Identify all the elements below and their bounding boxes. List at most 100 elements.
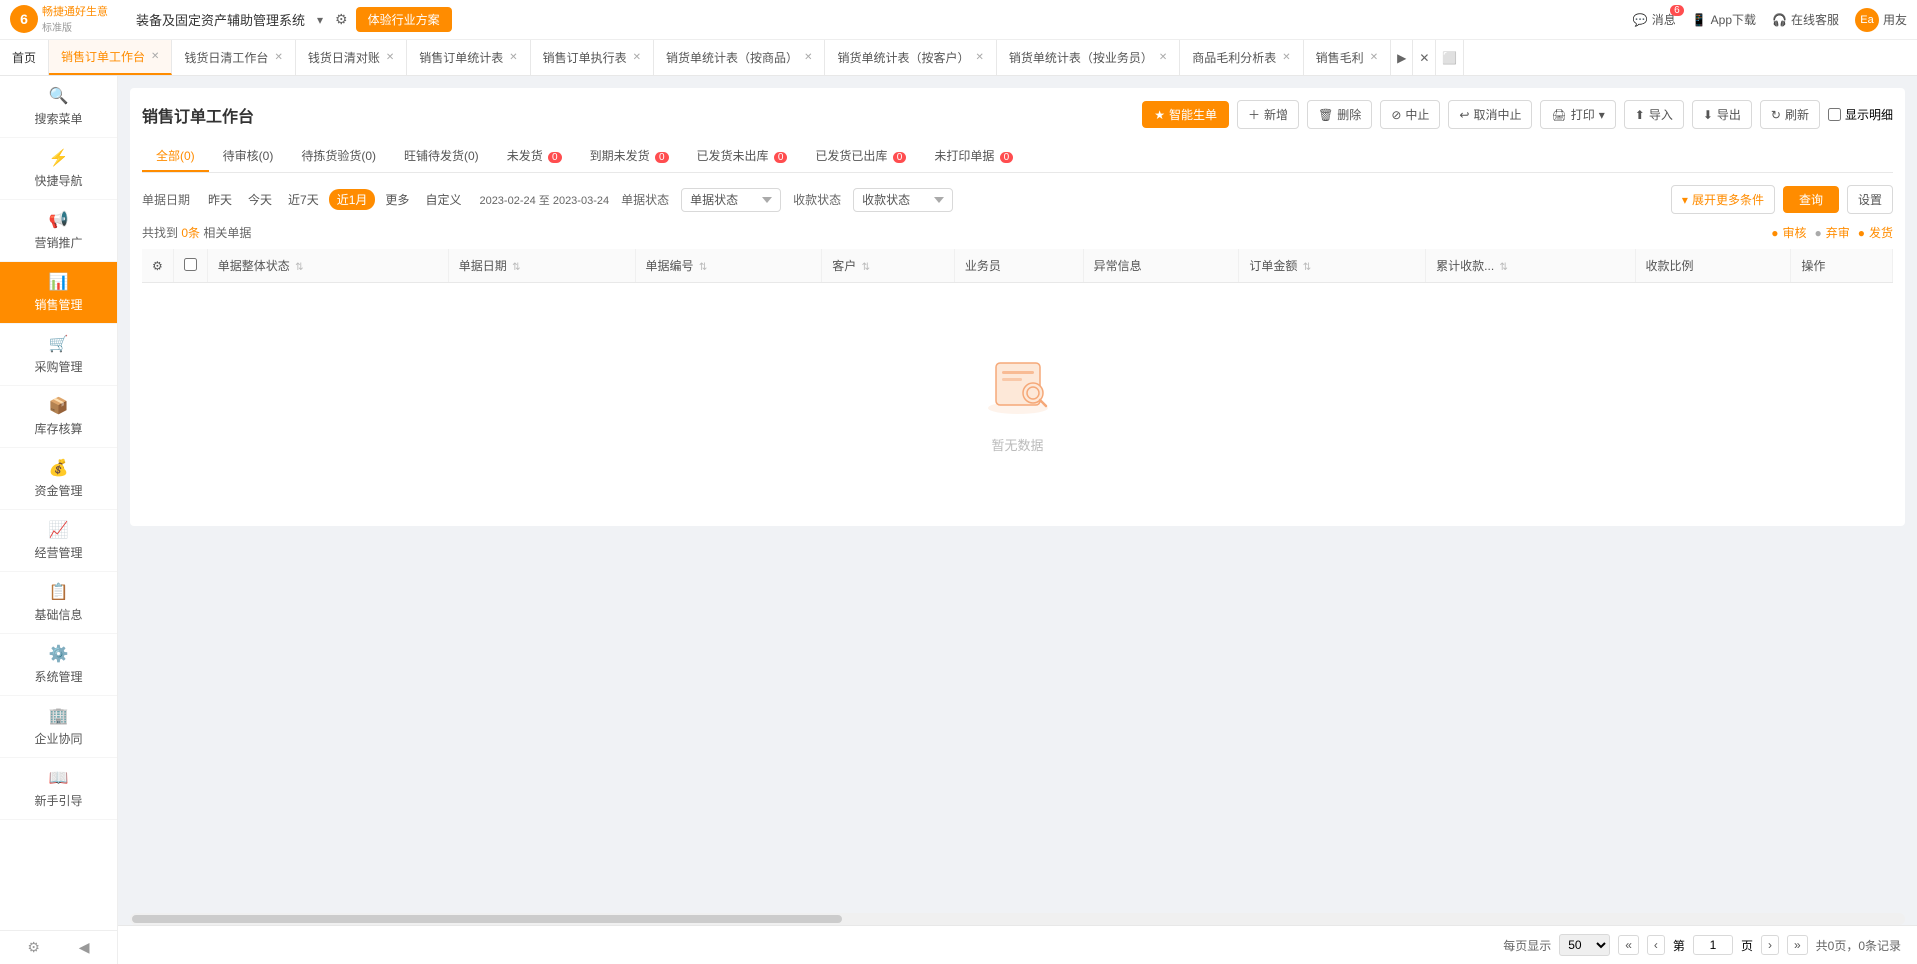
tab-cash-reconcile[interactable]: 钱货日清对账 ✕ [296,40,407,75]
sub-tab-shipped-not-out[interactable]: 已发货未出库 0 [683,141,802,172]
sidebar-item-sales[interactable]: 📊 销售管理 [0,262,117,324]
tab-close-all[interactable]: ✕ [1413,40,1436,75]
date-yesterday[interactable]: 昨天 [202,189,238,210]
tab-maximize[interactable]: ⬜ [1436,40,1464,75]
tab-close-icon[interactable]: ✕ [386,52,394,63]
sidebar-item-enterprise[interactable]: 🏢 企业协同 [0,696,117,758]
status-select[interactable]: 单据状态 [681,188,781,212]
show-detail-label[interactable]: 显示明细 [1828,106,1893,123]
sort-status-icon[interactable]: ⇅ [295,262,303,273]
gear-icon[interactable]: ⚙ [335,11,348,28]
refresh-button[interactable]: ↻ 刷新 [1760,100,1820,129]
tab-sales-stats[interactable]: 销售订单统计表 ✕ [407,40,530,75]
prev-page-button[interactable]: ‹ [1647,935,1665,955]
delete-button[interactable]: 🗑 删除 [1307,100,1372,129]
sort-received-icon[interactable]: ⇅ [1500,262,1508,273]
sub-tab-wangpu[interactable]: 旺铺待发货(0) [390,141,493,172]
app-download-button[interactable]: 📱 App下载 [1692,11,1756,28]
sidebar-item-quick-nav[interactable]: ⚡ 快捷导航 [0,138,117,200]
abandon-review-action[interactable]: ●弃审 [1814,224,1849,241]
tab-close-icon[interactable]: ✕ [1159,52,1167,63]
sidebar-item-marketing[interactable]: 📢 营销推广 [0,200,117,262]
ship-action[interactable]: ●发货 [1858,224,1893,241]
stop-button[interactable]: ⊘ 中止 [1380,100,1440,129]
sidebar-settings-icon[interactable]: ⚙ [27,939,40,956]
sidebar-label-quick-nav: 快捷导航 [34,172,82,189]
sidebar-item-inventory[interactable]: 📦 库存核算 [0,386,117,448]
workbench-card: 销售订单工作台 ★ 智能生单 ＋ 新增 🗑 删除 [130,88,1905,526]
scroll-thumb[interactable] [132,915,842,923]
sidebar-item-guide[interactable]: 📖 新手引导 [0,758,117,820]
horizontal-scrollbar[interactable] [130,913,1905,925]
last-page-button[interactable]: » [1787,935,1808,955]
expand-conditions-button[interactable]: ▾ 展开更多条件 [1671,185,1775,214]
tab-cash-daily[interactable]: 钱货日清工作台 ✕ [172,40,295,75]
tab-close-icon[interactable]: ✕ [151,51,159,62]
print-button[interactable]: 🖨 打印 ▾ [1540,100,1615,129]
sidebar-item-basic[interactable]: 📋 基础信息 [0,572,117,634]
tab-sales-stats-staff[interactable]: 销货单统计表（按业务员） ✕ [997,40,1180,75]
query-button[interactable]: 查询 [1783,186,1839,213]
sidebar-collapse-icon[interactable]: ◀ [79,939,90,956]
sidebar-item-finance[interactable]: 💰 资金管理 [0,448,117,510]
shipped-not-out-badge: 0 [774,152,788,163]
sidebar-item-purchase[interactable]: 🛒 采购管理 [0,324,117,386]
user-menu[interactable]: Ea 用友 [1855,8,1907,32]
show-detail-checkbox[interactable] [1828,108,1841,121]
tab-sales-execute[interactable]: 销售订单执行表 ✕ [531,40,654,75]
sub-tab-expired[interactable]: 到期未发货 0 [576,141,683,172]
tab-close-icon[interactable]: ✕ [1370,52,1378,63]
tab-product-margin[interactable]: 商品毛利分析表 ✕ [1180,40,1303,75]
tab-nav-more[interactable]: ▶ [1391,40,1413,75]
tab-sales-profit[interactable]: 销售毛利 ✕ [1304,40,1391,75]
page-number-input[interactable] [1693,935,1733,955]
settings-filter-button[interactable]: 设置 [1847,185,1893,214]
date-more[interactable]: 更多 [379,189,415,210]
message-button[interactable]: 💬 消息 6 [1633,11,1676,28]
add-button[interactable]: ＋ 新增 [1237,100,1299,129]
tab-close-icon[interactable]: ✕ [633,52,641,63]
smart-generate-button[interactable]: ★ 智能生单 [1142,101,1229,128]
tab-home[interactable]: 首页 [0,40,49,75]
th-checkbox[interactable] [173,249,207,283]
sidebar-item-operation[interactable]: 📈 经营管理 [0,510,117,572]
sub-tabs: 全部(0) 待审核(0) 待拣货验货(0) 旺铺待发货(0) 未发货 0 到期未… [142,141,1893,173]
date-1month[interactable]: 近1月 [329,189,376,210]
dropdown-icon[interactable]: ▾ [317,13,323,27]
th-settings[interactable]: ⚙ [142,249,173,283]
review-action[interactable]: ●审核 [1771,224,1806,241]
import-button[interactable]: ⬆ 导入 [1624,100,1684,129]
tab-close-icon[interactable]: ✕ [509,52,517,63]
sort-number-icon[interactable]: ⇅ [699,262,707,273]
date-custom[interactable]: 自定义 [419,189,467,210]
payment-select[interactable]: 收款状态 [853,188,953,212]
sub-tab-not-shipped[interactable]: 未发货 0 [493,141,576,172]
next-page-button[interactable]: › [1761,935,1779,955]
tab-sales-stats-customer[interactable]: 销货单统计表（按客户） ✕ [825,40,996,75]
tab-close-icon[interactable]: ✕ [975,52,983,63]
cancel-stop-button[interactable]: ↩ 取消中止 [1448,100,1532,129]
online-service-button[interactable]: 🎧 在线客服 [1772,11,1839,28]
tab-close-icon[interactable]: ✕ [1282,52,1290,63]
sidebar-item-system[interactable]: ⚙️ 系统管理 [0,634,117,696]
sort-customer-icon[interactable]: ⇅ [862,262,870,273]
sub-tab-not-printed[interactable]: 未打印单据 0 [920,141,1027,172]
tab-close-icon[interactable]: ✕ [804,52,812,63]
first-page-button[interactable]: « [1618,935,1639,955]
tab-close-icon[interactable]: ✕ [274,52,282,63]
sort-amount-icon[interactable]: ⇅ [1303,262,1311,273]
select-all-checkbox[interactable] [184,258,197,271]
sidebar-item-search[interactable]: 🔍 搜索菜单 [0,76,117,138]
tab-sales-stats-product[interactable]: 销货单统计表（按商品） ✕ [654,40,825,75]
date-today[interactable]: 今天 [242,189,278,210]
sub-tab-all[interactable]: 全部(0) [142,141,209,172]
date-7days[interactable]: 近7天 [282,189,325,210]
sort-date-icon[interactable]: ⇅ [512,262,520,273]
sub-tab-pending-check[interactable]: 待拣货验货(0) [287,141,390,172]
sub-tab-pending-review[interactable]: 待审核(0) [209,141,288,172]
export-button[interactable]: ⬇ 导出 [1692,100,1752,129]
sub-tab-shipped-out[interactable]: 已发货已出库 0 [801,141,920,172]
per-page-select[interactable]: 50 100 [1559,934,1610,956]
experience-button[interactable]: 体验行业方案 [356,7,452,32]
tab-sales-workbench[interactable]: 销售订单工作台 ✕ [49,40,172,75]
